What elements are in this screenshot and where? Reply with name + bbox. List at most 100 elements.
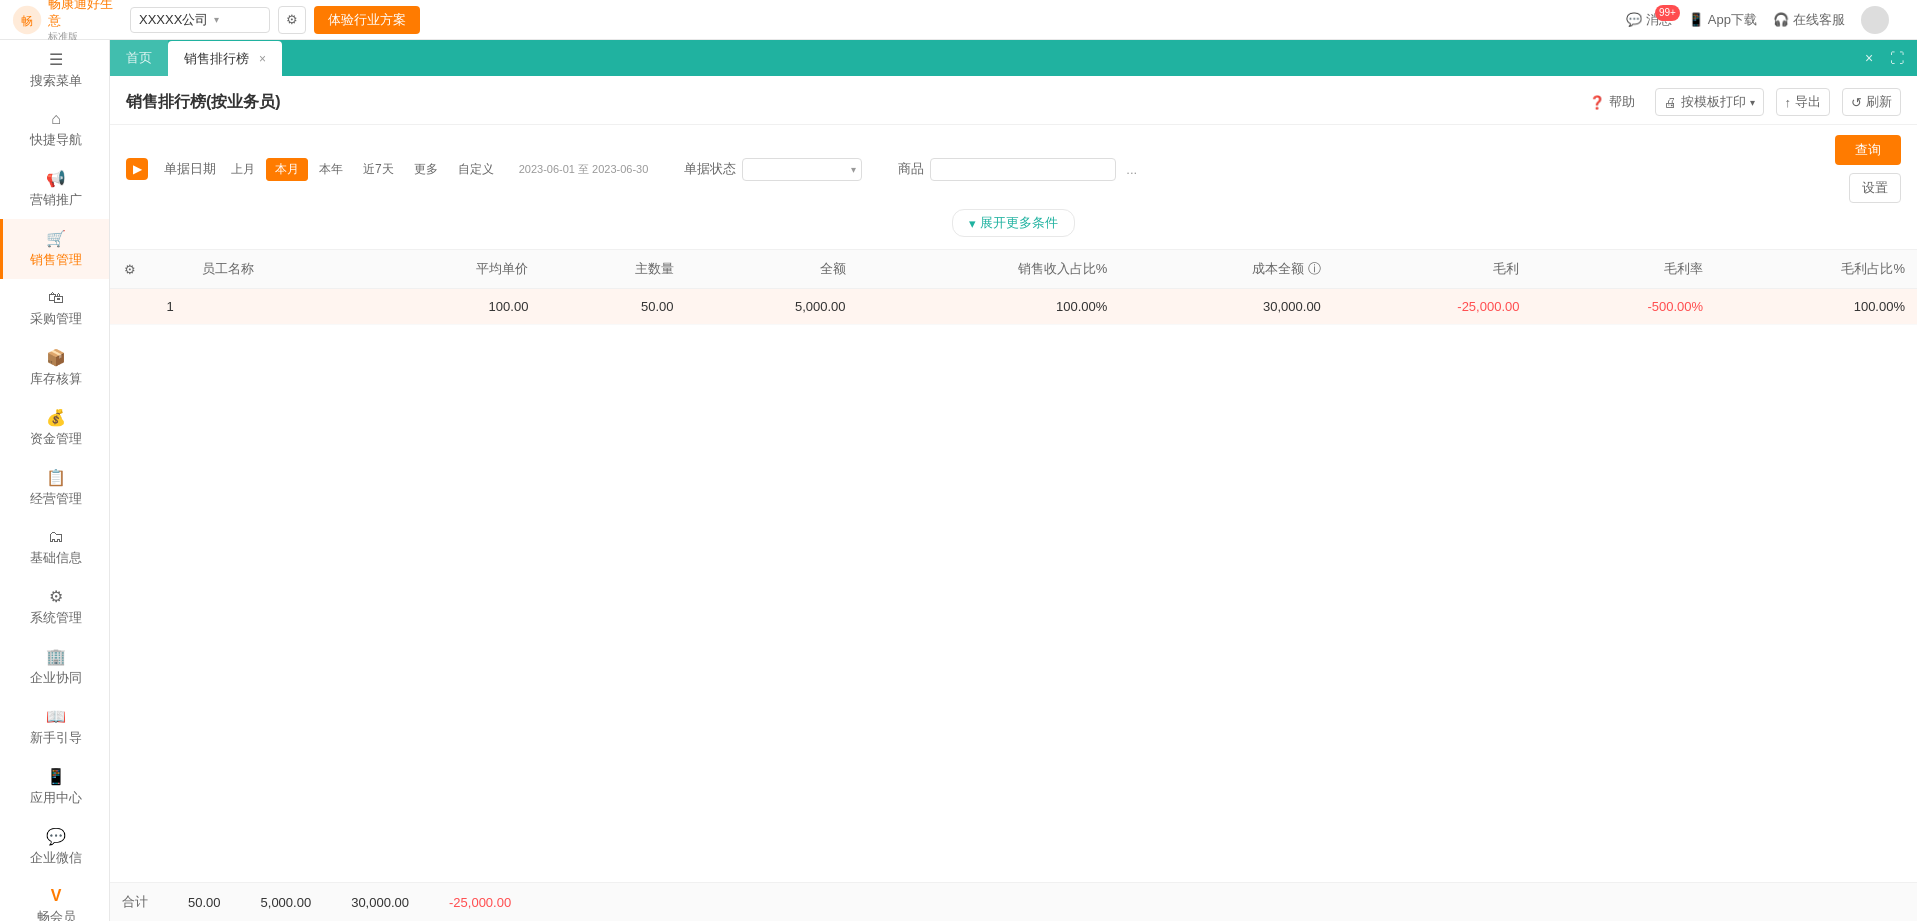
sidebar-item-funds[interactable]: 💰 资金管理 bbox=[0, 398, 109, 458]
marketing-icon: 📢 bbox=[46, 169, 66, 188]
sidebar-item-system[interactable]: ⚙ 系统管理 bbox=[0, 577, 109, 637]
company-selector[interactable]: XXXXX公司 ▾ bbox=[130, 7, 270, 33]
footer-main-qty: 50.00 bbox=[188, 895, 221, 910]
sidebar-label-quick-nav: 快捷导航 bbox=[30, 131, 82, 149]
page-actions: ❓ 帮助 🖨 按模板打印 ▾ ↑ 导出 ↺ bbox=[1581, 88, 1902, 116]
content-area: 首页 销售排行榜 × × ⛶ 销售排行榜(按业务员) ❓ bbox=[110, 40, 1917, 921]
sidebar-label-member: 畅会员 bbox=[37, 908, 76, 921]
purchase-icon: 🛍 bbox=[48, 289, 64, 307]
filter-area: ▶ 单据日期 上月 本月 本年 近7天 更多 自定义 bbox=[110, 125, 1917, 250]
status-select-wrapper bbox=[742, 158, 862, 181]
sidebar-item-guide[interactable]: 📖 新手引导 bbox=[0, 697, 109, 757]
window-expand-icon[interactable]: ⛶ bbox=[1885, 46, 1909, 70]
date-btn-last-month[interactable]: 上月 bbox=[222, 158, 264, 181]
sidebar-item-apps[interactable]: 📱 应用中心 bbox=[0, 757, 109, 817]
page-content: 销售排行榜(按业务员) ❓ 帮助 🖨 按模板打印 ▾ ↑ bbox=[110, 76, 1917, 921]
goods-input[interactable] bbox=[930, 158, 1116, 181]
sidebar-label-inventory: 库存核算 bbox=[30, 370, 82, 388]
table-header-row: ⚙ 员工名称 平均单价 主数量 bbox=[110, 250, 1917, 289]
sidebar-label-search: 搜索菜单 bbox=[30, 72, 82, 90]
date-btn-this-year[interactable]: 本年 bbox=[310, 158, 352, 181]
cell-gross: -25,000.00 bbox=[1333, 289, 1532, 325]
inventory-icon: 📦 bbox=[46, 348, 66, 367]
filter-col-right: 查询 设置 bbox=[1835, 135, 1901, 203]
col-main-qty: 主数量 bbox=[540, 250, 685, 289]
sidebar-item-marketing[interactable]: 📢 营销推广 bbox=[0, 159, 109, 219]
cell-gross-pct: 100.00% bbox=[1715, 289, 1917, 325]
sidebar-item-member[interactable]: V 畅会员 bbox=[0, 877, 109, 921]
chevron-down-icon: ▾ bbox=[214, 14, 219, 25]
date-range-buttons: 上月 本月 本年 近7天 更多 自定义 bbox=[222, 158, 503, 181]
date-filter-label: 单据日期 bbox=[164, 160, 216, 178]
sidebar-item-enterprise[interactable]: 🏢 企业协同 bbox=[0, 637, 109, 697]
status-filter-label: 单据状态 bbox=[684, 160, 736, 178]
query-button[interactable]: 查询 bbox=[1835, 135, 1901, 165]
date-range-text: 2023-06-01 至 2023-06-30 bbox=[519, 162, 649, 177]
sidebar-item-search[interactable]: ☰ 搜索菜单 bbox=[0, 40, 109, 100]
refresh-button[interactable]: ↺ 刷新 bbox=[1842, 88, 1901, 116]
print-dropdown-icon: ▾ bbox=[1750, 97, 1755, 108]
refresh-icon: ↺ bbox=[1851, 95, 1862, 110]
date-btn-more[interactable]: 更多 bbox=[405, 158, 447, 181]
print-button[interactable]: 🖨 按模板打印 ▾ bbox=[1655, 88, 1764, 116]
online-service-button[interactable]: 🎧 在线客服 bbox=[1773, 11, 1845, 29]
help-button[interactable]: ❓ 帮助 bbox=[1581, 89, 1643, 115]
funds-icon: 💰 bbox=[46, 408, 66, 427]
footer-amount: 5,000.00 bbox=[261, 895, 312, 910]
sidebar-item-wechat[interactable]: 💬 企业微信 bbox=[0, 817, 109, 877]
goods-ellipsis-btn[interactable]: ... bbox=[1122, 162, 1141, 177]
status-filter: 单据状态 bbox=[684, 158, 862, 181]
guide-icon: 📖 bbox=[46, 707, 66, 726]
export-button[interactable]: ↑ 导出 bbox=[1776, 88, 1831, 116]
search-menu-icon: ☰ bbox=[49, 50, 63, 69]
page-header: 销售排行榜(按业务员) ❓ 帮助 🖨 按模板打印 ▾ ↑ bbox=[110, 76, 1917, 125]
window-close-icon[interactable]: × bbox=[1857, 46, 1881, 70]
date-btn-7days[interactable]: 近7天 bbox=[354, 158, 403, 181]
sidebar-label-enterprise: 企业协同 bbox=[30, 669, 82, 687]
date-btn-this-month[interactable]: 本月 bbox=[266, 158, 308, 181]
page-title: 销售排行榜(按业务员) bbox=[126, 92, 281, 113]
filter-expand-btn[interactable]: ▶ bbox=[126, 158, 148, 180]
col-sales-pct: 销售收入占比% bbox=[858, 250, 1120, 289]
sidebar-label-purchase: 采购管理 bbox=[30, 310, 82, 328]
footer-label: 合计 bbox=[122, 893, 148, 911]
sidebar-item-purchase[interactable]: 🛍 采购管理 bbox=[0, 279, 109, 338]
status-select[interactable] bbox=[742, 158, 862, 181]
topbar-right: 💬 消息 99+ 📱 App下载 🎧 在线客服 bbox=[1626, 6, 1905, 34]
help-icon: ❓ bbox=[1589, 95, 1605, 110]
tab-home[interactable]: 首页 bbox=[110, 40, 168, 76]
col-cost: 成本全额 ⓘ bbox=[1119, 250, 1333, 289]
tab-sales-rank[interactable]: 销售排行榜 × bbox=[168, 41, 282, 77]
cell-rank: 1 bbox=[150, 289, 190, 325]
table-area: ⚙ 员工名称 平均单价 主数量 bbox=[110, 250, 1917, 566]
col-settings: ⚙ bbox=[110, 250, 150, 289]
sidebar-item-operations[interactable]: 📋 经营管理 bbox=[0, 458, 109, 518]
wechat-icon: 💬 bbox=[46, 827, 66, 846]
member-icon: V bbox=[51, 887, 62, 905]
sidebar-item-base[interactable]: 🗂 基础信息 bbox=[0, 518, 109, 577]
col-gross-rate: 毛利率 bbox=[1531, 250, 1715, 289]
sidebar-label-funds: 资金管理 bbox=[30, 430, 82, 448]
settings-icon[interactable]: ⚙ bbox=[278, 6, 306, 34]
sidebar-label-sales: 销售管理 bbox=[30, 251, 82, 269]
col-gross-pct: 毛利占比% bbox=[1715, 250, 1917, 289]
headset-icon: 🎧 bbox=[1773, 12, 1789, 27]
trial-button[interactable]: 体验行业方案 bbox=[314, 6, 420, 34]
app-download-button[interactable]: 📱 App下载 bbox=[1688, 11, 1757, 29]
col-settings-icon[interactable]: ⚙ bbox=[124, 262, 136, 277]
home-icon: ⌂ bbox=[51, 110, 61, 128]
settings-button[interactable]: 设置 bbox=[1849, 173, 1901, 203]
sidebar-item-inventory[interactable]: 📦 库存核算 bbox=[0, 338, 109, 398]
expand-more-conditions-btn[interactable]: ▾ 展开更多条件 bbox=[952, 209, 1075, 237]
cell-gross-rate: -500.00% bbox=[1531, 289, 1715, 325]
col-rank bbox=[150, 250, 190, 289]
table-footer: 合计 50.00 5,000.00 30,000.00 -25,000.00 bbox=[110, 882, 1917, 921]
date-range-display: 2023-06-01 至 2023-06-30 bbox=[519, 162, 649, 177]
avatar[interactable] bbox=[1861, 6, 1889, 34]
sidebar-item-sales[interactable]: 🛒 销售管理 bbox=[0, 219, 109, 279]
date-btn-custom[interactable]: 自定义 bbox=[449, 158, 503, 181]
tab-close-icon[interactable]: × bbox=[259, 52, 266, 66]
message-button[interactable]: 💬 消息 99+ bbox=[1626, 11, 1672, 29]
sidebar-item-quick-nav[interactable]: ⌂ 快捷导航 bbox=[0, 100, 109, 159]
goods-filter: 商品 ... bbox=[898, 158, 1141, 181]
